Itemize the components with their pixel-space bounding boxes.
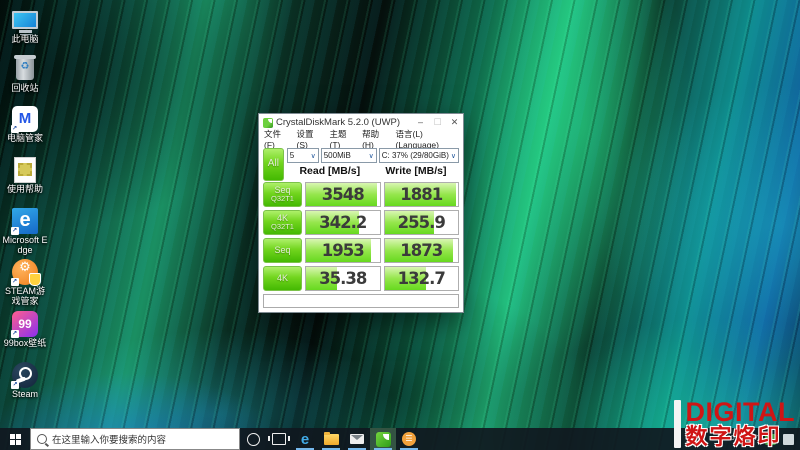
- 99box-icon: 99 ↗: [10, 310, 39, 338]
- table-row-4k: 4K 35.38 132.7: [263, 266, 459, 291]
- taskbar-crystaldiskmark[interactable]: [370, 428, 396, 450]
- read-result-cell: 1953: [305, 238, 381, 263]
- app-icon: [263, 117, 273, 128]
- write-column-header: Write [MB/s]: [385, 164, 447, 177]
- orange-app-icon: ☰: [402, 432, 416, 446]
- table-row-seq-q32t1: Seq Q32T1 3548 1881: [263, 182, 459, 207]
- desktop-icon-steam-manager[interactable]: ⚙ ↗ STEAM游戏管家: [2, 258, 48, 306]
- windows-logo-icon: [9, 433, 21, 445]
- taskbar-search-input[interactable]: 在这里输入你要搜索的内容: [30, 428, 240, 450]
- icon-label: 此电脑: [11, 34, 39, 44]
- taskbar-edge[interactable]: e: [292, 428, 318, 450]
- 4k-button[interactable]: 4K: [263, 266, 302, 291]
- window-title: CrystalDiskMark 5.2.0 (UWP): [276, 117, 401, 128]
- watermark-line1: DIGITAL: [685, 397, 795, 427]
- desktop-icon-recycle-bin[interactable]: 回收站: [2, 54, 48, 93]
- taskbar-mail[interactable]: [344, 428, 370, 450]
- drive-select[interactable]: C: 37% (29/80GiB) ∨: [378, 148, 459, 163]
- icon-label: STEAM游戏管家: [4, 286, 45, 306]
- taskbar-orange-app[interactable]: ☰: [396, 428, 422, 450]
- crystaldiskmark-icon: [375, 431, 391, 447]
- menu-theme[interactable]: 主题(T): [330, 128, 357, 150]
- all-test-button[interactable]: All: [263, 148, 284, 181]
- this-pc-icon: [12, 6, 39, 33]
- menu-settings[interactable]: 设置(S): [297, 128, 324, 150]
- taskbar-file-explorer[interactable]: [318, 428, 344, 450]
- table-row-seq: Seq 1953 1873: [263, 238, 459, 263]
- search-placeholder: 在这里输入你要搜索的内容: [52, 435, 167, 446]
- help-icon: [12, 156, 39, 183]
- write-result-cell: 1881: [383, 182, 459, 207]
- pc-manager-icon: M ↗: [10, 105, 39, 133]
- read-column-header: Read [MB/s]: [299, 164, 361, 177]
- cortana-button[interactable]: [240, 428, 266, 450]
- task-view-button[interactable]: [266, 428, 292, 450]
- mail-icon: [350, 434, 364, 444]
- cortana-icon: [246, 432, 260, 446]
- test-count-select[interactable]: 5 ∨: [286, 148, 319, 163]
- menu-file[interactable]: 文件(F): [264, 128, 291, 150]
- icon-label: 99box壁纸: [3, 338, 47, 348]
- menu-bar: 文件(F) 设置(S) 主题(T) 帮助(H) 语言(L)(Language): [259, 129, 463, 150]
- watermark-line2: 数字烙印: [685, 424, 782, 449]
- icon-label: Microsoft Edge: [2, 235, 48, 255]
- test-size-select[interactable]: 500MiB ∨: [320, 148, 377, 163]
- task-view-icon: [268, 433, 290, 445]
- comment-field[interactable]: [263, 294, 459, 308]
- file-explorer-icon: [323, 431, 339, 445]
- desktop-icon-99box[interactable]: 99 ↗ 99box壁纸: [2, 310, 48, 348]
- icon-label: Steam: [11, 389, 38, 399]
- menu-help[interactable]: 帮助(H): [362, 128, 389, 150]
- menu-language[interactable]: 语言(L)(Language): [396, 128, 464, 150]
- start-button[interactable]: [0, 428, 30, 450]
- icon-label: 使用帮助: [6, 184, 43, 194]
- write-result-cell: 1873: [383, 238, 459, 263]
- edge-icon: e ↗: [10, 207, 39, 235]
- read-result-cell: 342.2: [305, 210, 381, 235]
- desktop-icon-edge[interactable]: e ↗ Microsoft Edge: [2, 207, 48, 255]
- desktop-icon-help[interactable]: 使用帮助: [2, 156, 48, 194]
- icon-label: 电脑管家: [6, 133, 43, 143]
- search-icon: [37, 434, 47, 444]
- recycle-bin-icon: [12, 54, 39, 82]
- seq-button[interactable]: Seq: [263, 238, 302, 263]
- read-result-cell: 3548: [305, 182, 381, 207]
- desktop-icon-pc-manager[interactable]: M ↗ 电脑管家: [2, 105, 48, 143]
- watermark-bar: [673, 400, 681, 448]
- chevron-down-icon: ∨: [368, 152, 374, 160]
- seq-q32t1-button[interactable]: Seq Q32T1: [263, 182, 302, 207]
- write-result-cell: 132.7: [383, 266, 459, 291]
- read-result-cell: 35.38: [305, 266, 381, 291]
- watermark: DIGITAL 数字烙印: [673, 397, 795, 449]
- table-row-4k-q32t1: 4K Q32T1 342.2 255.9: [263, 210, 459, 235]
- 4k-q32t1-button[interactable]: 4K Q32T1: [263, 210, 302, 235]
- desktop-icon-this-pc[interactable]: 此电脑: [2, 6, 48, 44]
- steam-manager-icon: ⚙ ↗: [10, 258, 41, 286]
- write-result-cell: 255.9: [383, 210, 459, 235]
- steam-icon: ↗: [11, 361, 39, 389]
- chevron-down-icon: ∨: [310, 152, 316, 160]
- desktop-icon-steam[interactable]: ↗ Steam: [2, 361, 48, 399]
- chevron-down-icon: ∨: [450, 152, 456, 160]
- crystaldiskmark-window: CrystalDiskMark 5.2.0 (UWP) – ☐ ✕ 文件(F) …: [258, 113, 464, 313]
- edge-icon: e: [300, 430, 310, 448]
- results-table: SeqQ32T1 3548 1881 4KQ32T1 342.2 255.9: [259, 182, 463, 291]
- icon-label: 回收站: [11, 83, 39, 93]
